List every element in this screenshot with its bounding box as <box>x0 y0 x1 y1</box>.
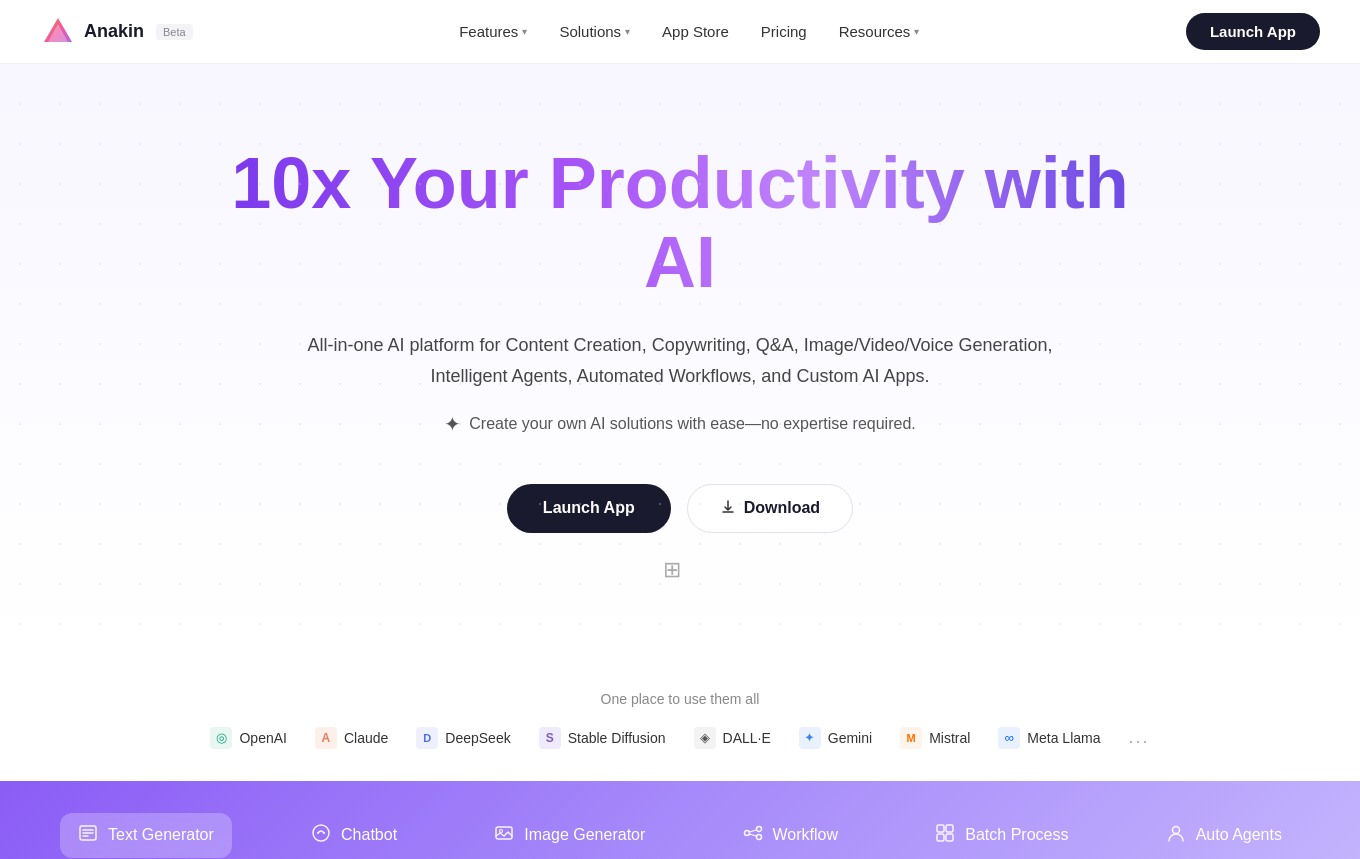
hero-download-button[interactable]: Download <box>687 484 853 533</box>
models-list: ◎ OpenAI A Claude D DeepSeek S Stable Di… <box>210 727 1149 749</box>
models-bar: One place to use them all ◎ OpenAI A Cla… <box>0 643 1360 781</box>
model-claude[interactable]: A Claude <box>315 727 388 749</box>
chevron-down-icon: ▾ <box>625 26 630 37</box>
svg-point-4 <box>313 825 329 841</box>
logo-text: Anakin <box>84 21 144 42</box>
dalle-logo: ◈ <box>694 727 716 749</box>
hero-section: 10x Your Productivity with AI All-in-one… <box>0 64 1360 643</box>
nav-app-store[interactable]: App Store <box>662 23 729 40</box>
models-label: One place to use them all <box>601 691 760 707</box>
svg-point-11 <box>756 834 761 839</box>
nav-pricing[interactable]: Pricing <box>761 23 807 40</box>
model-mistral[interactable]: M Mistral <box>900 727 970 749</box>
model-openai[interactable]: ◎ OpenAI <box>210 727 286 749</box>
hero-tagline: ✦ Create your own AI solutions with ease… <box>444 412 915 436</box>
feature-workflow[interactable]: Workflow <box>725 813 857 858</box>
hero-title: 10x Your Productivity with AI <box>230 144 1130 302</box>
svg-rect-14 <box>937 825 944 832</box>
hero-subtitle: All-in-one AI platform for Content Creat… <box>300 330 1060 391</box>
svg-point-8 <box>500 829 503 832</box>
models-more: ... <box>1129 727 1150 748</box>
platform-icons: ⊞ <box>663 557 697 583</box>
feature-image-generator[interactable]: Image Generator <box>476 813 663 858</box>
logo[interactable]: Anakin Beta <box>40 14 193 50</box>
model-gemini[interactable]: ✦ Gemini <box>799 727 872 749</box>
text-generator-icon <box>78 823 98 848</box>
feature-auto-agents[interactable]: Auto Agents <box>1148 813 1300 858</box>
sparkle-icon: ✦ <box>444 412 461 436</box>
svg-point-10 <box>756 826 761 831</box>
svg-line-12 <box>749 829 756 831</box>
svg-point-5 <box>317 832 319 834</box>
chatbot-icon <box>311 823 331 848</box>
nav-links: Features ▾ Solutions ▾ App Store Pricing… <box>459 23 919 40</box>
hero-buttons: Launch App Download <box>507 484 853 533</box>
nav-features[interactable]: Features ▾ <box>459 23 527 40</box>
navbar: Anakin Beta Features ▾ Solutions ▾ App S… <box>0 0 1360 64</box>
chevron-down-icon: ▾ <box>914 26 919 37</box>
svg-point-6 <box>323 832 325 834</box>
model-dalle[interactable]: ◈ DALL·E <box>694 727 771 749</box>
svg-rect-16 <box>937 834 944 841</box>
meta-llama-logo: ∞ <box>998 727 1020 749</box>
model-meta-llama[interactable]: ∞ Meta Llama <box>998 727 1100 749</box>
nav-solutions[interactable]: Solutions ▾ <box>559 23 630 40</box>
svg-point-18 <box>1172 826 1179 833</box>
nav-launch-button[interactable]: Launch App <box>1186 13 1320 50</box>
deepseek-logo: D <box>416 727 438 749</box>
workflow-icon <box>743 823 763 848</box>
svg-point-9 <box>744 830 749 835</box>
batch-process-icon <box>935 823 955 848</box>
gemini-logo: ✦ <box>799 727 821 749</box>
hero-launch-button[interactable]: Launch App <box>507 484 671 533</box>
model-stable-diffusion[interactable]: S Stable Diffusion <box>539 727 666 749</box>
stable-diffusion-logo: S <box>539 727 561 749</box>
model-deepseek[interactable]: D DeepSeek <box>416 727 510 749</box>
claude-logo: A <box>315 727 337 749</box>
download-icon <box>720 499 736 518</box>
svg-line-13 <box>749 834 756 836</box>
features-bar: Text Generator Chatbot Image Generator <box>0 781 1360 859</box>
feature-batch-process[interactable]: Batch Process <box>917 813 1086 858</box>
windows-icon: ⊞ <box>663 557 681 583</box>
chevron-down-icon: ▾ <box>522 26 527 37</box>
svg-rect-15 <box>946 825 953 832</box>
feature-chatbot[interactable]: Chatbot <box>293 813 415 858</box>
logo-icon <box>40 14 76 50</box>
auto-agents-icon <box>1166 823 1186 848</box>
feature-text-generator[interactable]: Text Generator <box>60 813 232 858</box>
image-generator-icon <box>494 823 514 848</box>
mistral-logo: M <box>900 727 922 749</box>
svg-rect-17 <box>946 834 953 841</box>
nav-resources[interactable]: Resources ▾ <box>839 23 920 40</box>
openai-logo: ◎ <box>210 727 232 749</box>
beta-badge: Beta <box>156 24 193 40</box>
